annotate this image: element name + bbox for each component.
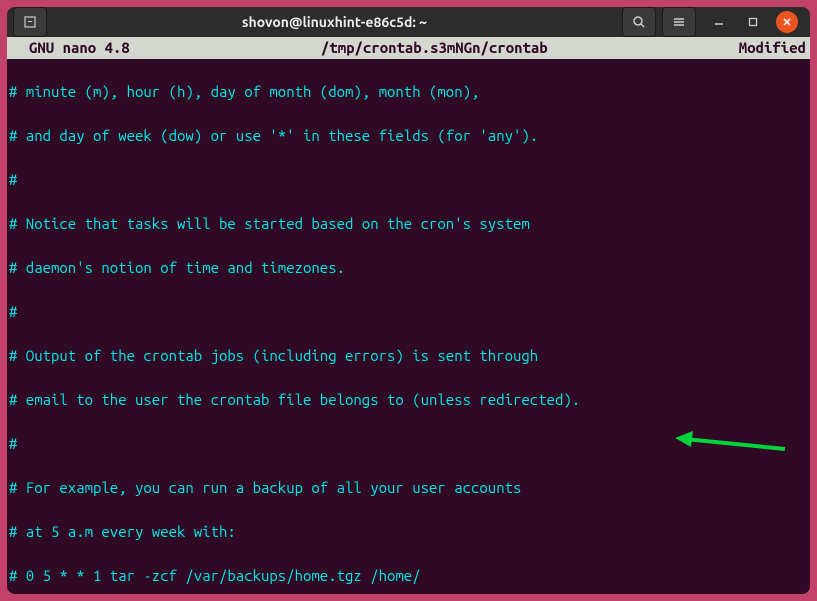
comment-line: # email to the user the crontab file bel…	[9, 389, 808, 411]
comment-line: # at 5 a.m every week with:	[9, 521, 808, 543]
new-tab-button[interactable]	[13, 7, 47, 37]
terminal-window: shovon@linuxhint-e86c5d: ~ GNU nano 4.8 …	[7, 7, 810, 594]
comment-line: # For example, you can run a backup of a…	[9, 477, 808, 499]
comment-line: # and day of week (dow) or use '*' in th…	[9, 125, 808, 147]
comment-line: # Output of the crontab jobs (including …	[9, 345, 808, 367]
comment-line: #	[9, 301, 808, 323]
comment-line: # Notice that tasks will be started base…	[9, 213, 808, 235]
nano-file-path: /tmp/crontab.s3mNGn/crontab	[130, 37, 739, 59]
file-content[interactable]: # minute (m), hour (h), day of month (do…	[7, 59, 810, 594]
menu-button[interactable]	[662, 7, 696, 37]
search-button[interactable]	[622, 7, 656, 37]
editor-area[interactable]: GNU nano 4.8 /tmp/crontab.s3mNGn/crontab…	[7, 37, 810, 594]
comment-line: #	[9, 169, 808, 191]
comment-line: # minute (m), hour (h), day of month (do…	[9, 81, 808, 103]
comment-line: # daemon's notion of time and timezones.	[9, 257, 808, 279]
annotation-arrow-icon	[675, 431, 795, 461]
maximize-button[interactable]	[742, 11, 764, 33]
close-button[interactable]	[776, 11, 798, 33]
window-controls	[702, 11, 804, 33]
comment-line: # 0 5 * * 1 tar -zcf /var/backups/home.t…	[9, 565, 808, 587]
window-title: shovon@linuxhint-e86c5d: ~	[53, 14, 616, 30]
nano-status: Modified	[739, 37, 806, 59]
nano-app-name: GNU nano 4.8	[11, 37, 130, 59]
title-bar: shovon@linuxhint-e86c5d: ~	[7, 7, 810, 37]
minimize-button[interactable]	[708, 11, 730, 33]
nano-header: GNU nano 4.8 /tmp/crontab.s3mNGn/crontab…	[7, 37, 810, 59]
